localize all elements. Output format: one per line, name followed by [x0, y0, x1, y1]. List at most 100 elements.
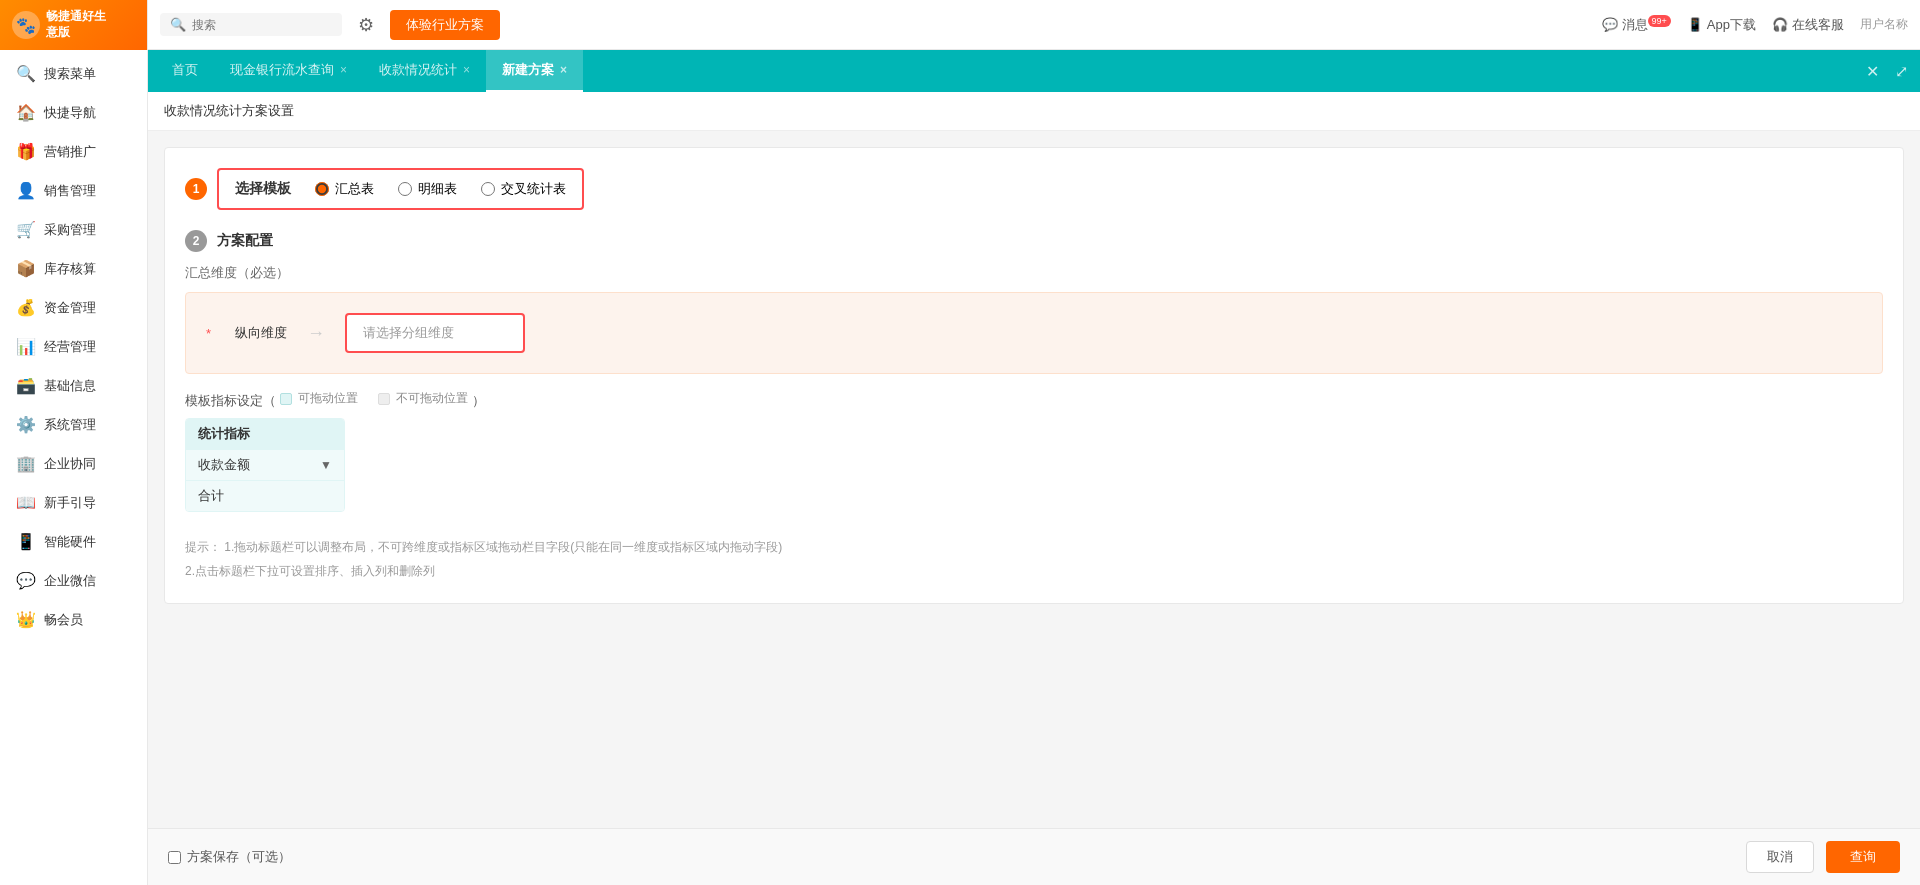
search-menu-icon: 🔍	[16, 64, 36, 83]
radio-detail-input[interactable]	[398, 182, 412, 196]
step1-label: 选择模板	[235, 180, 291, 198]
query-button[interactable]: 查询	[1826, 841, 1900, 873]
radio-detail[interactable]: 明细表	[398, 180, 457, 198]
topbar-right: 💬 消息 99+ 📱 App下载 🎧 在线客服 用户名称	[1602, 16, 1908, 34]
indicator-header: 模板指标设定（ 可拖动位置 不可拖动位置 ）	[185, 390, 1883, 410]
indicator-row-2-label: 合计	[198, 487, 224, 505]
sidebar-item-quick-nav[interactable]: 🏠 快捷导航	[0, 93, 147, 132]
marketing-icon: 🎁	[16, 142, 36, 161]
step2-badge: 2	[185, 230, 207, 252]
wechat-icon: 💬	[16, 571, 36, 590]
expand-tab-icon[interactable]: ⤢	[1891, 58, 1912, 85]
sidebar-item-basic-info[interactable]: 🗃️ 基础信息	[0, 366, 147, 405]
sidebar-item-purchase[interactable]: 🛒 采购管理	[0, 210, 147, 249]
indicator-row-1-label: 收款金额	[198, 456, 250, 474]
sidebar-item-member[interactable]: 👑 畅会员	[0, 600, 147, 639]
tab-close-new-plan[interactable]: ×	[560, 63, 567, 77]
indicator-row-1[interactable]: 收款金额 ▼	[186, 449, 344, 480]
tip-line-1: 提示： 1.拖动标题栏可以调整布局，不可跨维度或指标区域拖动栏目字段(只能在同一…	[185, 535, 1883, 559]
template-options: 选择模板 汇总表 明细表 交叉统计表	[217, 168, 584, 210]
dimension-section-label: 汇总维度（必选）	[185, 264, 1883, 282]
sidebar-item-sales[interactable]: 👤 销售管理	[0, 171, 147, 210]
sidebar-item-marketing[interactable]: 🎁 营销推广	[0, 132, 147, 171]
tab-new-plan[interactable]: 新建方案 ×	[486, 50, 583, 92]
service-item[interactable]: 🎧 在线客服	[1772, 16, 1844, 34]
sidebar-item-inventory[interactable]: 📦 库存核算	[0, 249, 147, 288]
sidebar-item-guide[interactable]: 📖 新手引导	[0, 483, 147, 522]
guide-icon: 📖	[16, 493, 36, 512]
save-option[interactable]: 方案保存（可选）	[168, 848, 291, 866]
service-icon: 🎧	[1772, 17, 1788, 32]
tips-section: 提示： 1.拖动标题栏可以调整布局，不可跨维度或指标区域拖动栏目字段(只能在同一…	[185, 535, 1883, 583]
vertical-dim-label: 纵向维度	[235, 324, 287, 342]
logo-icon: 🐾	[12, 11, 40, 39]
cancel-button[interactable]: 取消	[1746, 841, 1814, 873]
notification-badge: 99+	[1648, 15, 1671, 27]
radio-cross[interactable]: 交叉统计表	[481, 180, 566, 198]
step1-row: 1 选择模板 汇总表 明细表 交叉统计表	[185, 168, 1883, 210]
sidebar-item-enterprise[interactable]: 🏢 企业协同	[0, 444, 147, 483]
indicator-table-header: 统计指标	[186, 419, 344, 449]
search-icon: 🔍	[170, 17, 186, 32]
page-header: 收款情况统计方案设置	[148, 92, 1920, 131]
step2-row: 2 方案配置	[185, 230, 1883, 252]
close-tab-icon[interactable]: ✕	[1862, 58, 1883, 85]
tab-bank-flow[interactable]: 现金银行流水查询 ×	[214, 50, 363, 92]
system-icon: ⚙️	[16, 415, 36, 434]
sidebar-item-finance[interactable]: 💰 资金管理	[0, 288, 147, 327]
operations-icon: 📊	[16, 337, 36, 356]
fixed-dot	[378, 393, 390, 405]
demo-button[interactable]: 体验行业方案	[390, 10, 500, 40]
sidebar: 🐾 畅捷通好生 意版 🔍 搜索菜单 🏠 快捷导航 🎁 营销推广 👤 销售管理 🛒…	[0, 0, 148, 885]
tab-collect-stats[interactable]: 收款情况统计 ×	[363, 50, 486, 92]
movable-dot	[280, 393, 292, 405]
search-box[interactable]: 🔍	[160, 13, 342, 36]
inventory-icon: 📦	[16, 259, 36, 278]
tabbar-actions: ✕ ⤢	[1862, 50, 1912, 92]
legend-fixed: 不可拖动位置	[378, 390, 468, 407]
save-checkbox[interactable]	[168, 851, 181, 864]
sidebar-item-wechat[interactable]: 💬 企业微信	[0, 561, 147, 600]
step2-label: 方案配置	[217, 232, 273, 250]
radio-cross-input[interactable]	[481, 182, 495, 196]
logo-text: 畅捷通好生 意版	[46, 9, 106, 40]
sidebar-item-search-menu[interactable]: 🔍 搜索菜单	[0, 54, 147, 93]
indicator-row-2: 合计	[186, 480, 344, 511]
content-area: 收款情况统计方案设置 1 选择模板 汇总表 明细表	[148, 92, 1920, 828]
dim-select-box[interactable]: 请选择分组维度	[345, 313, 525, 353]
notification-item[interactable]: 💬 消息 99+	[1602, 16, 1671, 34]
sales-icon: 👤	[16, 181, 36, 200]
tab-close-collect-stats[interactable]: ×	[463, 63, 470, 77]
download-icon: 📱	[1687, 17, 1703, 32]
page-footer: 方案保存（可选） 取消 查询	[148, 828, 1920, 885]
sidebar-item-smart-hw[interactable]: 📱 智能硬件	[0, 522, 147, 561]
step1-badge: 1	[185, 178, 207, 200]
dimension-area: * 纵向维度 → 请选择分组维度	[185, 292, 1883, 374]
settings-icon[interactable]: ⚙	[354, 10, 378, 40]
purchase-icon: 🛒	[16, 220, 36, 239]
user-name: 用户名称	[1860, 16, 1908, 33]
required-star: *	[206, 326, 211, 341]
breadcrumb: 收款情况统计方案设置	[164, 103, 294, 118]
member-icon: 👑	[16, 610, 36, 629]
radio-summary-input[interactable]	[315, 182, 329, 196]
radio-summary[interactable]: 汇总表	[315, 180, 374, 198]
footer-actions: 取消 查询	[1746, 841, 1900, 873]
indicator-table: 统计指标 收款金额 ▼ 合计	[185, 418, 345, 512]
notification-icon: 💬	[1602, 17, 1618, 32]
sidebar-logo: 🐾 畅捷通好生 意版	[0, 0, 147, 50]
sidebar-nav: 🔍 搜索菜单 🏠 快捷导航 🎁 营销推广 👤 销售管理 🛒 采购管理 📦 库存核…	[0, 50, 147, 885]
sidebar-item-operations[interactable]: 📊 经营管理	[0, 327, 147, 366]
section-card: 1 选择模板 汇总表 明细表 交叉统计表	[164, 147, 1904, 604]
topbar: 🔍 ⚙ 体验行业方案 💬 消息 99+ 📱 App下载 🎧 在线客服 用户名称	[148, 0, 1920, 50]
tabbar: 首页 现金银行流水查询 × 收款情况统计 × 新建方案 × ✕ ⤢	[148, 50, 1920, 92]
main-area: 🔍 ⚙ 体验行业方案 💬 消息 99+ 📱 App下载 🎧 在线客服 用户名称 …	[148, 0, 1920, 885]
legend-movable: 可拖动位置	[280, 390, 358, 407]
indicator-dropdown-icon[interactable]: ▼	[320, 458, 332, 472]
sidebar-item-system[interactable]: ⚙️ 系统管理	[0, 405, 147, 444]
search-input[interactable]	[192, 18, 332, 32]
step2-section: 2 方案配置 汇总维度（必选） * 纵向维度 → 请选择分组维度	[185, 230, 1883, 583]
tab-close-bank-flow[interactable]: ×	[340, 63, 347, 77]
tab-home[interactable]: 首页	[156, 50, 214, 92]
download-item[interactable]: 📱 App下载	[1687, 16, 1756, 34]
